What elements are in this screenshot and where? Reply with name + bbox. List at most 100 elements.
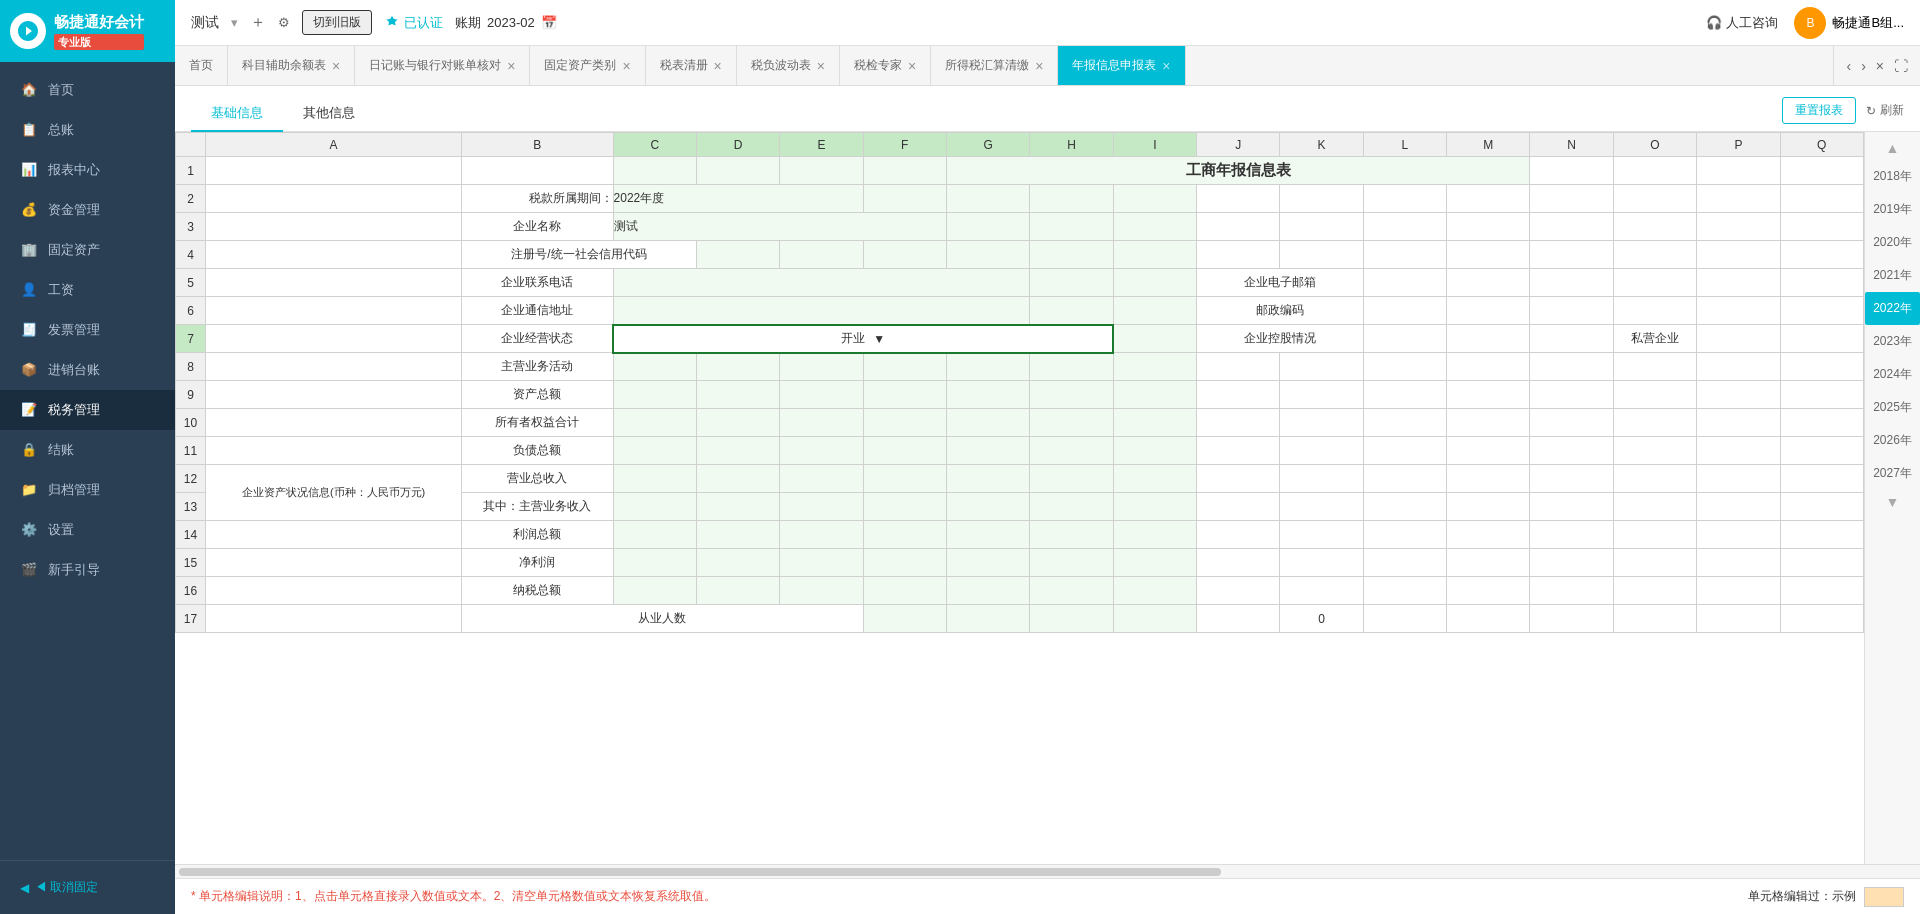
cell-17l[interactable] (1363, 605, 1446, 633)
year-2024[interactable]: 2024年 (1865, 358, 1920, 391)
cell-12g[interactable] (946, 465, 1029, 493)
cell-13p[interactable] (1697, 493, 1780, 521)
cell-8e[interactable] (780, 353, 863, 381)
cell-3g[interactable] (946, 213, 1029, 241)
cell-16d[interactable] (696, 577, 779, 605)
col-header-a[interactable]: A (206, 133, 462, 157)
cell-15e[interactable] (780, 549, 863, 577)
col-header-c[interactable]: C (613, 133, 696, 157)
cell-13l[interactable] (1363, 493, 1446, 521)
col-header-q[interactable]: Q (1780, 133, 1863, 157)
year-2022[interactable]: 2022年 (1865, 292, 1920, 325)
cell-8o[interactable] (1613, 353, 1696, 381)
tab-close-tax-wave[interactable]: × (817, 58, 825, 74)
cell-10e[interactable] (780, 409, 863, 437)
cell-2o[interactable] (1613, 185, 1696, 213)
cell-6n[interactable] (1530, 297, 1613, 325)
cell-16i[interactable] (1113, 577, 1196, 605)
cell-4o[interactable] (1613, 241, 1696, 269)
cell-17a[interactable] (206, 605, 462, 633)
sub-tab-basic[interactable]: 基础信息 (191, 96, 283, 132)
cell-4l[interactable] (1363, 241, 1446, 269)
cell-16j[interactable] (1197, 577, 1280, 605)
tab-prev-button[interactable]: ‹ (1842, 56, 1855, 76)
col-header-p[interactable]: P (1697, 133, 1780, 157)
cell-2j[interactable] (1197, 185, 1280, 213)
cell-14l[interactable] (1363, 521, 1446, 549)
cell-14m[interactable] (1447, 521, 1530, 549)
tab-tax-wave[interactable]: 税负波动表 × (737, 46, 840, 85)
tab-auxiliary[interactable]: 科目辅助余额表 × (228, 46, 355, 85)
cell-10k[interactable] (1280, 409, 1363, 437)
year-2018[interactable]: 2018年 (1865, 160, 1920, 193)
cell-8n[interactable] (1530, 353, 1613, 381)
cell-4m[interactable] (1447, 241, 1530, 269)
cell-11d[interactable] (696, 437, 779, 465)
tab-close-tax-check[interactable]: × (908, 58, 916, 74)
cell-8h[interactable] (1030, 353, 1113, 381)
year-2019[interactable]: 2019年 (1865, 193, 1920, 226)
col-header-n[interactable]: N (1530, 133, 1613, 157)
cell-10l[interactable] (1363, 409, 1446, 437)
cell-14p[interactable] (1697, 521, 1780, 549)
sidebar-item-guide[interactable]: 🎬 新手引导 (0, 550, 175, 590)
year-2026[interactable]: 2026年 (1865, 424, 1920, 457)
cell-14d[interactable] (696, 521, 779, 549)
cell-13h[interactable] (1030, 493, 1113, 521)
cell-5o[interactable] (1613, 269, 1696, 297)
cell-17m[interactable] (1447, 605, 1530, 633)
cell-6o[interactable] (1613, 297, 1696, 325)
cell-8q[interactable] (1780, 353, 1863, 381)
cell-11j[interactable] (1197, 437, 1280, 465)
sidebar-item-ledger[interactable]: 📋 总账 (0, 110, 175, 150)
year-2020[interactable]: 2020年 (1865, 226, 1920, 259)
cell-13o[interactable] (1613, 493, 1696, 521)
cell-12j[interactable] (1197, 465, 1280, 493)
cell-6m[interactable] (1447, 297, 1530, 325)
year-2025[interactable]: 2025年 (1865, 391, 1920, 424)
cell-15f[interactable] (863, 549, 946, 577)
tab-journal[interactable]: 日记账与银行对账单核对 × (355, 46, 530, 85)
cell-10j[interactable] (1197, 409, 1280, 437)
sidebar-item-assets[interactable]: 🏢 固定资产 (0, 230, 175, 270)
cell-1q[interactable] (1780, 157, 1863, 185)
cell-17h[interactable] (1030, 605, 1113, 633)
cell-8l[interactable] (1363, 353, 1446, 381)
cell-10q[interactable] (1780, 409, 1863, 437)
cell-3j[interactable] (1197, 213, 1280, 241)
col-header-o[interactable]: O (1613, 133, 1696, 157)
tab-tax-table[interactable]: 税表清册 × (646, 46, 737, 85)
cell-7l[interactable] (1363, 325, 1446, 353)
cell-6i[interactable] (1113, 297, 1196, 325)
cell-3l[interactable] (1363, 213, 1446, 241)
cell-7n[interactable] (1530, 325, 1613, 353)
tab-close-tax-table[interactable]: × (714, 58, 722, 74)
tab-fixed-assets[interactable]: 固定资产类别 × (530, 46, 645, 85)
sidebar-item-capital[interactable]: 💰 资金管理 (0, 190, 175, 230)
horizontal-scrollbar[interactable] (175, 864, 1920, 878)
unpin-button[interactable]: ◀ ◀ 取消固定 (0, 871, 175, 904)
cell-16m[interactable] (1447, 577, 1530, 605)
cell-11l[interactable] (1363, 437, 1446, 465)
cell-7o[interactable]: 私营企业 (1613, 325, 1696, 353)
topbar-add-button[interactable]: ＋ (250, 12, 266, 33)
cell-14c[interactable] (613, 521, 696, 549)
sidebar-item-salary[interactable]: 👤 工资 (0, 270, 175, 310)
cell-15k[interactable] (1280, 549, 1363, 577)
cell-16f[interactable] (863, 577, 946, 605)
tab-home[interactable]: 首页 (175, 46, 228, 85)
cell-13k[interactable] (1280, 493, 1363, 521)
cell-3p[interactable] (1697, 213, 1780, 241)
cell-7p[interactable] (1697, 325, 1780, 353)
cell-3k[interactable] (1280, 213, 1363, 241)
tab-income-tax[interactable]: 所得税汇算清缴 × (931, 46, 1058, 85)
cell-5a[interactable] (206, 269, 462, 297)
cell-14g[interactable] (946, 521, 1029, 549)
cell-7i[interactable] (1113, 325, 1196, 353)
cell-13i[interactable] (1113, 493, 1196, 521)
cell-15g[interactable] (946, 549, 1029, 577)
cell-17f[interactable] (863, 605, 946, 633)
col-header-j[interactable]: J (1197, 133, 1280, 157)
cell-5n[interactable] (1530, 269, 1613, 297)
cell-12n[interactable] (1530, 465, 1613, 493)
